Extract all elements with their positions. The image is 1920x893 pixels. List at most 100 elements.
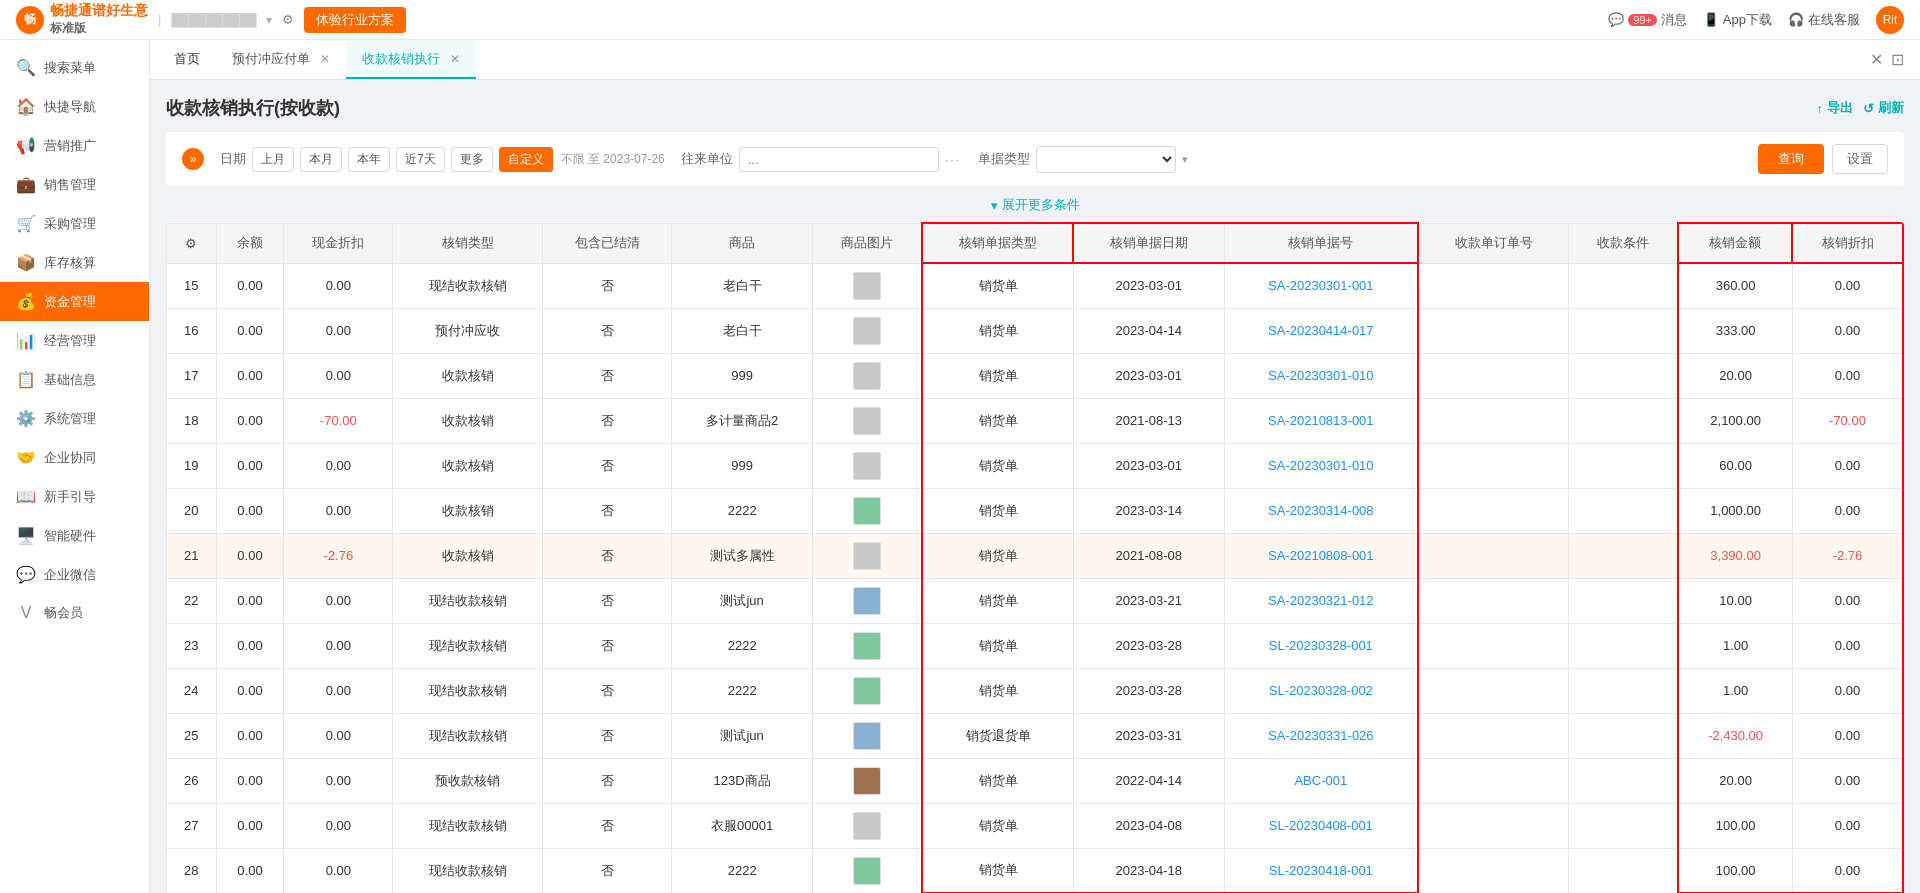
- receipt-condition: [1569, 668, 1679, 713]
- write-off-bill-no-link[interactable]: SL-20230328-002: [1269, 683, 1373, 698]
- orange-expand-icon[interactable]: »: [182, 148, 204, 170]
- gear-icon[interactable]: ⚙: [282, 12, 294, 27]
- cash-discount: 0.00: [284, 443, 393, 488]
- bill-type-select[interactable]: [1036, 146, 1176, 173]
- write-off-bill-no-link[interactable]: SA-20230321-012: [1268, 593, 1374, 608]
- sidebar-item-quick-nav[interactable]: 🏠 快捷导航: [0, 87, 149, 126]
- write-off-bill-no-link[interactable]: SL-20230328-001: [1269, 638, 1373, 653]
- expand-more-btn[interactable]: ▾ 展开更多条件: [991, 196, 1080, 214]
- row-num: 17: [167, 353, 217, 398]
- th-setting[interactable]: ⚙: [167, 223, 217, 263]
- table-row: 200.000.00收款核销否2222销货单2023-03-14SA-20230…: [167, 488, 1904, 533]
- goods: 999: [672, 443, 813, 488]
- tab-writeoff[interactable]: 收款核销执行 ✕: [346, 40, 476, 79]
- write-off-bill-no-link[interactable]: SA-20210808-001: [1268, 548, 1374, 563]
- sidebar-item-system[interactable]: ⚙️ 系统管理: [0, 399, 149, 438]
- sidebar-label-smart-hw: 智能硬件: [44, 527, 96, 545]
- sidebar-item-enterprise[interactable]: 🤝 企业协同: [0, 438, 149, 477]
- sidebar: 🔍 搜索菜单 🏠 快捷导航 📢 营销推广 💼 销售管理 🛒 采购管理 📦 库存核…: [0, 40, 150, 893]
- app-download[interactable]: 📱 App下载: [1703, 11, 1772, 29]
- online-service[interactable]: 🎧 在线客服: [1788, 11, 1860, 29]
- tab-home-label: 首页: [174, 50, 200, 68]
- goods-thumbnail: [853, 767, 881, 795]
- sidebar-item-sales[interactable]: 💼 销售管理: [0, 165, 149, 204]
- filter-actions: 查询 设置: [1758, 144, 1888, 174]
- write-off-bill-no-link[interactable]: SA-20230414-017: [1268, 323, 1374, 338]
- write-off-amount: 100.00: [1678, 803, 1792, 848]
- filter-settings-btn[interactable]: 设置: [1832, 144, 1888, 174]
- purchase-icon: 🛒: [16, 214, 36, 233]
- goods: 2222: [672, 668, 813, 713]
- date-more-btn[interactable]: 更多: [451, 147, 493, 172]
- write-off-type: 收款核销: [393, 353, 543, 398]
- tab-expand-btn[interactable]: ⊡: [1891, 50, 1904, 69]
- write-off-type: 收款核销: [393, 533, 543, 578]
- row-num: 16: [167, 308, 217, 353]
- sidebar-item-member[interactable]: V 畅会员: [0, 594, 149, 632]
- query-btn[interactable]: 查询: [1758, 144, 1824, 174]
- tab-prepay-close-icon[interactable]: ✕: [320, 52, 330, 66]
- industry-btn[interactable]: 体验行业方案: [304, 7, 406, 33]
- sidebar-item-beginner[interactable]: 📖 新手引导: [0, 477, 149, 516]
- write-off-bill-no-link[interactable]: SA-20210813-001: [1268, 413, 1374, 428]
- breadcrumb-placeholder: ██████████: [171, 13, 256, 27]
- write-off-bill-type: 销货单: [922, 803, 1073, 848]
- goods-img-cell: [813, 668, 923, 713]
- refresh-btn[interactable]: ↺ 刷新: [1863, 99, 1904, 117]
- receipt-order-no: [1418, 443, 1569, 488]
- tab-home[interactable]: 首页: [158, 40, 216, 79]
- write-off-bill-no-link[interactable]: SA-20230301-010: [1268, 458, 1374, 473]
- sidebar-item-smart-hw[interactable]: 🖥️ 智能硬件: [0, 516, 149, 555]
- sidebar-item-inventory[interactable]: 📦 库存核算: [0, 243, 149, 282]
- source-unit-input[interactable]: [739, 147, 939, 172]
- th-write-off-amount: 核销金额: [1678, 223, 1792, 263]
- write-off-bill-no-link[interactable]: ABC-001: [1294, 773, 1347, 788]
- balance: 0.00: [216, 848, 284, 893]
- write-off-bill-no-link[interactable]: SL-20230408-001: [1269, 818, 1373, 833]
- table-row: 150.000.00现结收款核销否老白干销货单2023-03-01SA-2023…: [167, 263, 1904, 308]
- sidebar-item-purchase[interactable]: 🛒 采购管理: [0, 204, 149, 243]
- sidebar-label-purchase: 采购管理: [44, 215, 96, 233]
- write-off-bill-type: 销货单: [922, 488, 1073, 533]
- write-off-bill-date: 2023-03-14: [1073, 488, 1224, 533]
- source-unit-dots[interactable]: ···: [945, 152, 962, 167]
- date-last-month-btn[interactable]: 上月: [252, 147, 294, 172]
- include-settled: 否: [543, 488, 672, 533]
- cash-discount: 0.00: [284, 713, 393, 758]
- write-off-bill-no-link[interactable]: SA-20230314-008: [1268, 503, 1374, 518]
- export-btn[interactable]: ↑ 导出: [1817, 99, 1854, 117]
- write-off-bill-no-link[interactable]: SA-20230301-001: [1268, 278, 1374, 293]
- tab-prepay[interactable]: 预付冲应付单 ✕: [216, 40, 346, 79]
- write-off-bill-date: 2023-04-08: [1073, 803, 1224, 848]
- date-this-year-btn[interactable]: 本年: [348, 147, 390, 172]
- tab-close-btn[interactable]: ✕: [1870, 50, 1883, 69]
- date-this-month-btn[interactable]: 本月: [300, 147, 342, 172]
- write-off-bill-no-link[interactable]: SA-20230301-010: [1268, 368, 1374, 383]
- dropdown-arrow-icon[interactable]: ▾: [266, 13, 272, 27]
- sidebar-item-marketing[interactable]: 📢 营销推广: [0, 126, 149, 165]
- wechat-icon: 💬: [16, 565, 36, 584]
- date-range-text: 不限 至 2023-07-26: [561, 151, 665, 168]
- sidebar-item-search-menu[interactable]: 🔍 搜索菜单: [0, 48, 149, 87]
- write-off-bill-no-link[interactable]: SA-20230331-026: [1268, 728, 1374, 743]
- sidebar-label-member: 畅会员: [44, 604, 83, 622]
- write-off-discount: 0.00: [1792, 578, 1903, 623]
- date-custom-btn[interactable]: 自定义: [499, 147, 553, 172]
- tab-writeoff-close-icon[interactable]: ✕: [450, 52, 460, 66]
- sidebar-item-biz[interactable]: 📊 经营管理: [0, 321, 149, 360]
- write-off-bill-no-link[interactable]: SL-20230418-001: [1269, 863, 1373, 878]
- date-7days-btn[interactable]: 近7天: [396, 147, 445, 172]
- balance: 0.00: [216, 803, 284, 848]
- include-settled: 否: [543, 803, 672, 848]
- message-area[interactable]: 💬 99+ 消息: [1608, 11, 1687, 29]
- write-off-amount: 20.00: [1678, 758, 1792, 803]
- sidebar-label-sales: 销售管理: [44, 176, 96, 194]
- write-off-bill-date: 2023-03-28: [1073, 668, 1224, 713]
- sidebar-item-basic[interactable]: 📋 基础信息: [0, 360, 149, 399]
- write-off-amount: 360.00: [1678, 263, 1792, 308]
- goods-thumbnail: [853, 587, 881, 615]
- write-off-bill-type: 销货单: [922, 443, 1073, 488]
- sidebar-item-finance[interactable]: 💰 资金管理: [0, 282, 149, 321]
- sidebar-item-wechat[interactable]: 💬 企业微信: [0, 555, 149, 594]
- user-avatar[interactable]: Rit: [1876, 6, 1904, 34]
